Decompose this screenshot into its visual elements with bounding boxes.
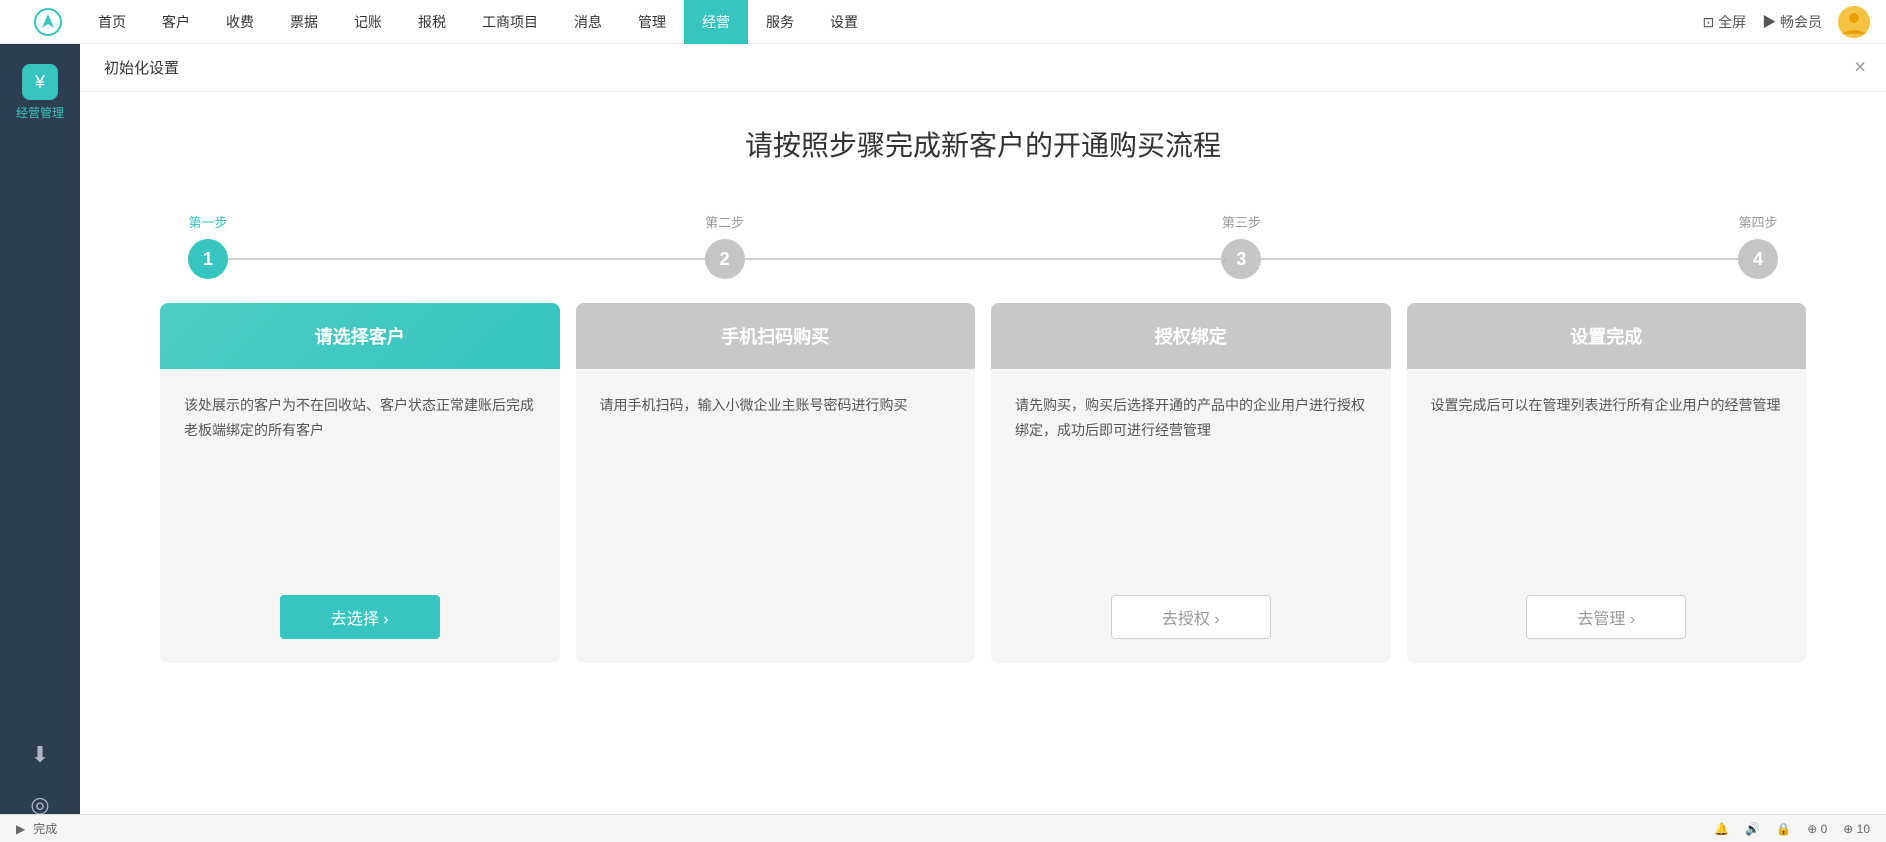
page-title: 初始化设置 [104, 57, 179, 78]
status-bar: ▶ 完成 🔔 🔊 🔒 ⊕ 0 ⊕ 10 [0, 814, 1886, 842]
layout: ¥ 经营管理 ⬇ ◎ 初始化设置 × 请按照步骤完成新客户的开通购买流程 [0, 44, 1886, 842]
step-1-circle: 1 [188, 239, 228, 279]
step-2-circle: 2 [705, 239, 745, 279]
step-2-label: 第二步 [705, 212, 744, 231]
step-4-indicator: 第四步 4 [1738, 212, 1778, 279]
card-3-header: 授权绑定 [991, 303, 1391, 369]
card-3-body: 请先购买，购买后选择开通的产品中的企业用户进行授权绑定，成功后即可进行经营管理 [991, 369, 1391, 579]
nav-fee[interactable]: 收费 [208, 0, 272, 44]
status-text: 完成 [33, 820, 57, 837]
volume-icon[interactable]: 🔊 [1745, 822, 1760, 836]
notification-icon[interactable]: 🔔 [1714, 822, 1729, 836]
card-step4: 设置完成 设置完成后可以在管理列表进行所有企业用户的经营管理 去管理 › [1407, 303, 1807, 663]
card-2-header: 手机扫码购买 [576, 303, 976, 369]
step-4-circle: 4 [1738, 239, 1778, 279]
card-3-footer: 去授权 › [991, 579, 1391, 663]
go-auth-button[interactable]: 去授权 › [1111, 595, 1271, 639]
cards-row: 请选择客户 该处展示的客户为不在回收站、客户状态正常建账后完成老板端绑定的所有客… [128, 303, 1838, 663]
lock-icon[interactable]: 🔒 [1776, 822, 1791, 836]
card-1-body: 该处展示的客户为不在回收站、客户状态正常建账后完成老板端绑定的所有客户 [160, 369, 560, 579]
nav-tax[interactable]: 报税 [400, 0, 464, 44]
main-content: 初始化设置 × 请按照步骤完成新客户的开通购买流程 第一步 1 › [80, 44, 1886, 842]
card-1-header: 请选择客户 [160, 303, 560, 369]
card-step1: 请选择客户 该处展示的客户为不在回收站、客户状态正常建账后完成老板端绑定的所有客… [160, 303, 560, 663]
sidebar-item-label: 经营管理 [16, 104, 64, 121]
nav-account[interactable]: 记账 [336, 0, 400, 44]
status-left: ▶ 完成 [16, 820, 57, 837]
nav-items: 首页 客户 收费 票据 记账 报税 工商项目 消息 管理 经营 服务 设置 [80, 0, 1702, 44]
card-4-header: 设置完成 [1407, 303, 1807, 369]
card-step3: 授权绑定 请先购买，购买后选择开通的产品中的企业用户进行授权绑定，成功后即可进行… [991, 303, 1391, 663]
card-2-footer [576, 623, 976, 663]
nav-settings[interactable]: 设置 [812, 0, 876, 44]
connector-2-3: › [745, 258, 1222, 260]
go-select-button[interactable]: 去选择 › [280, 595, 440, 639]
content-area: 请按照步骤完成新客户的开通购买流程 第一步 1 › 第二步 2 [80, 92, 1886, 842]
card-1-footer: 去选择 › [160, 579, 560, 663]
step-1-label: 第一步 [188, 212, 227, 231]
step-3-label: 第三步 [1222, 212, 1261, 231]
wizard-main-title: 请按照步骤完成新客户的开通购买流程 [128, 124, 1838, 164]
wizard-title-section: 请按照步骤完成新客户的开通购买流程 [128, 124, 1838, 164]
nav-message[interactable]: 消息 [556, 0, 620, 44]
sidebar-download[interactable]: ⬇ [0, 730, 80, 780]
wizard-steps-row: 第一步 1 › 第二步 2 › 第三步 3 [128, 212, 1838, 279]
card-step2: 手机扫码购买 请用手机扫码，输入小微企业主账号密码进行购买 [576, 303, 976, 663]
nav-operation[interactable]: 经营 [684, 0, 748, 44]
nav-right: ⊡ 全屏 ▶ 畅会员 [1702, 6, 1870, 38]
page-header: 初始化设置 × [80, 44, 1886, 92]
nav-manage[interactable]: 管理 [620, 0, 684, 44]
fullscreen-btn[interactable]: ⊡ 全屏 [1702, 12, 1746, 32]
step-3-indicator: 第三步 3 [1221, 212, 1261, 279]
nav-business[interactable]: 工商项目 [464, 0, 556, 44]
sidebar: ¥ 经营管理 ⬇ ◎ [0, 44, 80, 842]
vip-btn[interactable]: ▶ 畅会员 [1762, 12, 1822, 32]
close-button[interactable]: × [1854, 56, 1866, 79]
status-right: 🔔 🔊 🔒 ⊕ 0 ⊕ 10 [1714, 822, 1870, 836]
operation-icon: ¥ [22, 64, 58, 100]
step-3-circle: 3 [1221, 239, 1261, 279]
nav-service[interactable]: 服务 [748, 0, 812, 44]
download-icon: ⬇ [31, 742, 49, 768]
nav-bill[interactable]: 票据 [272, 0, 336, 44]
card-4-body: 设置完成后可以在管理列表进行所有企业用户的经营管理 [1407, 369, 1807, 579]
go-manage-button[interactable]: 去管理 › [1526, 595, 1686, 639]
nav-home[interactable]: 首页 [80, 0, 144, 44]
top-nav: 首页 客户 收费 票据 记账 报税 工商项目 消息 管理 经营 服务 设置 ⊡ … [0, 0, 1886, 44]
app-logo[interactable] [16, 8, 80, 36]
avatar[interactable] [1838, 6, 1870, 38]
nav-customer[interactable]: 客户 [144, 0, 208, 44]
play-icon[interactable]: ▶ [16, 822, 25, 836]
sidebar-item-operation[interactable]: ¥ 经营管理 [0, 52, 80, 133]
card-2-body: 请用手机扫码，输入小微企业主账号密码进行购买 [576, 369, 976, 623]
card-4-footer: 去管理 › [1407, 579, 1807, 663]
badge-0: ⊕ 0 [1807, 822, 1827, 836]
connector-1-2: › [228, 258, 705, 260]
step-2-indicator: 第二步 2 [705, 212, 745, 279]
connector-3-4: › [1261, 258, 1738, 260]
step-4-label: 第四步 [1739, 212, 1778, 231]
badge-10: ⊕ 10 [1843, 822, 1870, 836]
step-1-indicator: 第一步 1 [188, 212, 228, 279]
